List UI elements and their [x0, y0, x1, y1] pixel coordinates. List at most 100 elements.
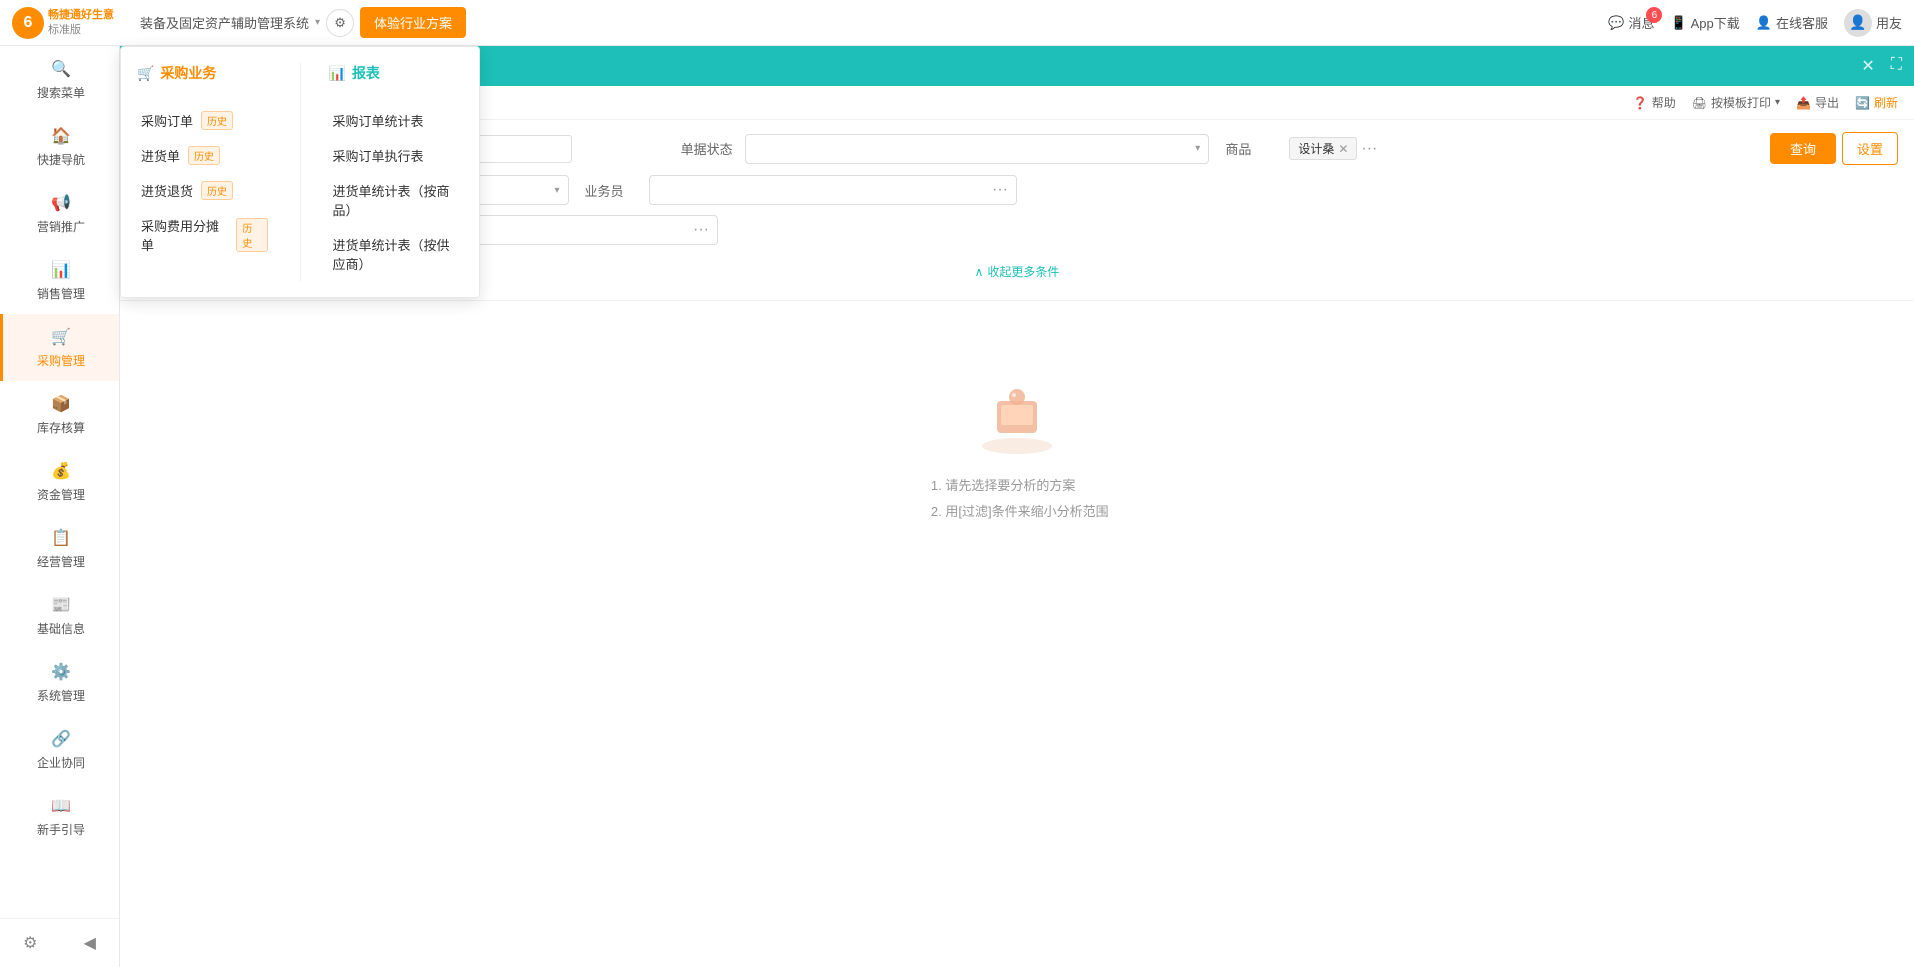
sidebar-item-system[interactable]: ⚙️ 系统管理	[0, 649, 119, 716]
menu-item-order-stats[interactable]: 采购订单统计表	[329, 103, 464, 138]
sidebar-item-guide[interactable]: 📖 新手引导	[0, 783, 119, 850]
menu-item-order-exec[interactable]: 采购订单执行表	[329, 138, 464, 173]
logo-text: 畅捷通好生意 标准版	[48, 8, 114, 37]
inventory-icon: 📦	[50, 393, 72, 415]
menu-item-return[interactable]: 进货退货 历史	[137, 173, 272, 208]
menu-business-title: 🛒 采购业务	[137, 63, 272, 91]
select-arrow: ▾	[1195, 143, 1200, 154]
gear-button[interactable]: ⚙	[326, 9, 354, 37]
logo-area: 6 畅捷通好生意 标准版	[12, 7, 132, 39]
sidebar-item-inventory[interactable]: 📦 库存核算	[0, 381, 119, 448]
sidebar-collapse-btn[interactable]: ◀	[80, 929, 100, 957]
tab-right-actions: ✕ ⛶	[1857, 52, 1906, 80]
sidebar-item-sales[interactable]: 📊 销售管理	[0, 247, 119, 314]
menu-item-receipt-by-goods[interactable]: 进货单统计表（按商品）	[329, 173, 464, 227]
menu-report-section: 📊 报表 采购订单统计表 采购订单执行表 进货单统计表（按商品） 进货单统计表（…	[329, 63, 464, 281]
industry-button[interactable]: 体验行业方案	[360, 7, 466, 38]
sidebar: 🔍 搜索菜单 🏠 快捷导航 📢 营销推广 📊 销售管理 🛒 采购管理 📦 库存核…	[0, 46, 120, 967]
export-action[interactable]: 📤 导出	[1796, 94, 1839, 111]
enterprise-icon: 🔗	[50, 728, 72, 750]
goods-tag-close[interactable]: ✕	[1338, 142, 1348, 156]
history-badge-3: 历史	[201, 181, 233, 200]
filter-doc-status-item: 单据状态 ▾	[681, 134, 1210, 164]
sidebar-item-finance[interactable]: 💰 资金管理	[0, 448, 119, 515]
top-right-actions: 💬 消息 6 📱 App下载 👤 在线客服 👤 用友	[1608, 9, 1902, 37]
sales-icon: 📊	[50, 259, 72, 281]
purchase-section-icon: 🛒	[137, 65, 154, 82]
doc-status-label: 单据状态	[681, 139, 737, 158]
query-button[interactable]: 查询	[1770, 133, 1836, 164]
home-icon: 🏠	[50, 125, 72, 147]
search-icon: 🔍	[50, 58, 72, 80]
empty-text: 请先选择要分析的方案 用[过滤]条件来缩小分析范围	[925, 473, 1108, 525]
online-service-button[interactable]: 👤 在线客服	[1756, 13, 1828, 32]
menu-item-receipt-by-supplier[interactable]: 进货单统计表（按供应商）	[329, 227, 464, 281]
sidebar-item-marketing[interactable]: 📢 营销推广	[0, 180, 119, 247]
goods-label: 商品	[1225, 139, 1281, 158]
refresh-icon: 🔄	[1855, 96, 1870, 110]
menu-report-title: 📊 报表	[329, 63, 464, 91]
message-button[interactable]: 💬 消息 6	[1608, 13, 1654, 32]
salesman-select[interactable]: ···	[649, 175, 1018, 205]
operations-icon: 📋	[50, 527, 72, 549]
sidebar-item-search[interactable]: 🔍 搜索菜单	[0, 46, 119, 113]
export-icon: 📤	[1796, 96, 1811, 110]
print-action[interactable]: 🖨 按模板打印 ▾	[1692, 94, 1780, 111]
marketing-icon: 📢	[50, 192, 72, 214]
service-icon: 👤	[1756, 15, 1772, 31]
collapse-icon: ∧	[975, 265, 984, 279]
date-to-input[interactable]: 2024-12-31	[472, 135, 572, 163]
sidebar-item-operations[interactable]: 📋 经营管理	[0, 515, 119, 582]
sidebar-item-enterprise[interactable]: 🔗 企业协同	[0, 716, 119, 783]
history-badge-2: 历史	[188, 146, 220, 165]
menu-item-expense[interactable]: 采购费用分摊单 历史	[137, 208, 272, 262]
user-button[interactable]: 👤 用友	[1844, 9, 1902, 37]
refresh-action[interactable]: 🔄 刷新	[1855, 94, 1898, 111]
system-icon: ⚙️	[50, 661, 72, 683]
rank-select-arrow: ▾	[554, 185, 559, 196]
menu-item-purchase-order[interactable]: 采购订单 历史	[137, 103, 272, 138]
filter-salesman-item: 业务员 ···	[585, 175, 1018, 205]
print-icon: 🖨	[1692, 96, 1707, 110]
avatar: 👤	[1844, 9, 1872, 37]
empty-icon	[967, 381, 1067, 461]
top-bar: 6 畅捷通好生意 标准版 装备及固定资产辅助管理系统 ▾ ⚙ 体验行业方案 💬 …	[0, 0, 1914, 46]
sidebar-settings-btn[interactable]: ⚙	[19, 929, 41, 957]
finance-icon: 💰	[50, 460, 72, 482]
sidebar-item-purchase[interactable]: 🛒 采购管理	[0, 314, 119, 381]
tab-fullscreen-btn[interactable]: ⛶	[1887, 52, 1906, 80]
filter-goods-item: 商品 设计桑 ✕ ···	[1225, 137, 1754, 160]
menu-item-receipt[interactable]: 进货单 历史	[137, 138, 272, 173]
help-action[interactable]: ❓ 帮助	[1633, 94, 1676, 111]
menu-vertical-divider	[300, 63, 301, 281]
basic-icon: 📰	[50, 594, 72, 616]
sidebar-bottom: ⚙ ◀	[0, 918, 119, 967]
history-badge-1: 历史	[201, 111, 233, 130]
sidebar-item-basic[interactable]: 📰 基础信息	[0, 582, 119, 649]
purchase-icon: 🛒	[50, 326, 72, 348]
purchase-dropdown-menu: 🛒 采购业务 采购订单 历史 进货单 历史 进货退货 历史 采购费用分摊单 历史…	[120, 46, 480, 298]
action-buttons: 查询 设置	[1770, 132, 1898, 165]
menu-business-section: 🛒 采购业务 采购订单 历史 进货单 历史 进货退货 历史 采购费用分摊单 历史	[137, 63, 272, 281]
system-title: 装备及固定资产辅助管理系统 ▾ ⚙ 体验行业方案	[140, 7, 1600, 38]
sidebar-item-quick-nav[interactable]: 🏠 快捷导航	[0, 113, 119, 180]
history-badge-4: 历史	[236, 218, 267, 252]
settings-button[interactable]: 设置	[1842, 132, 1898, 165]
salesman-dots[interactable]: ···	[992, 181, 1008, 199]
print-dropdown-arrow[interactable]: ▾	[1775, 97, 1780, 108]
phone-icon: 📱	[1670, 15, 1686, 31]
goods-tag: 设计桑 ✕	[1289, 137, 1357, 160]
help-icon: ❓	[1633, 96, 1648, 110]
app-download-button[interactable]: 📱 App下载	[1670, 13, 1739, 32]
message-icon: 💬	[1608, 15, 1624, 31]
guide-icon: 📖	[50, 795, 72, 817]
doc-status-select[interactable]: ▾	[745, 134, 1210, 164]
message-badge: 6	[1646, 7, 1662, 23]
salesman-label: 业务员	[585, 181, 641, 200]
report-section-icon: 📊	[329, 65, 346, 82]
system-dropdown-arrow[interactable]: ▾	[315, 17, 320, 28]
goods-more-btn[interactable]: ···	[1361, 140, 1377, 158]
customer-dots[interactable]: ···	[693, 221, 709, 239]
app-logo: 6	[12, 7, 44, 39]
tab-close-page-btn[interactable]: ✕	[1857, 52, 1878, 80]
